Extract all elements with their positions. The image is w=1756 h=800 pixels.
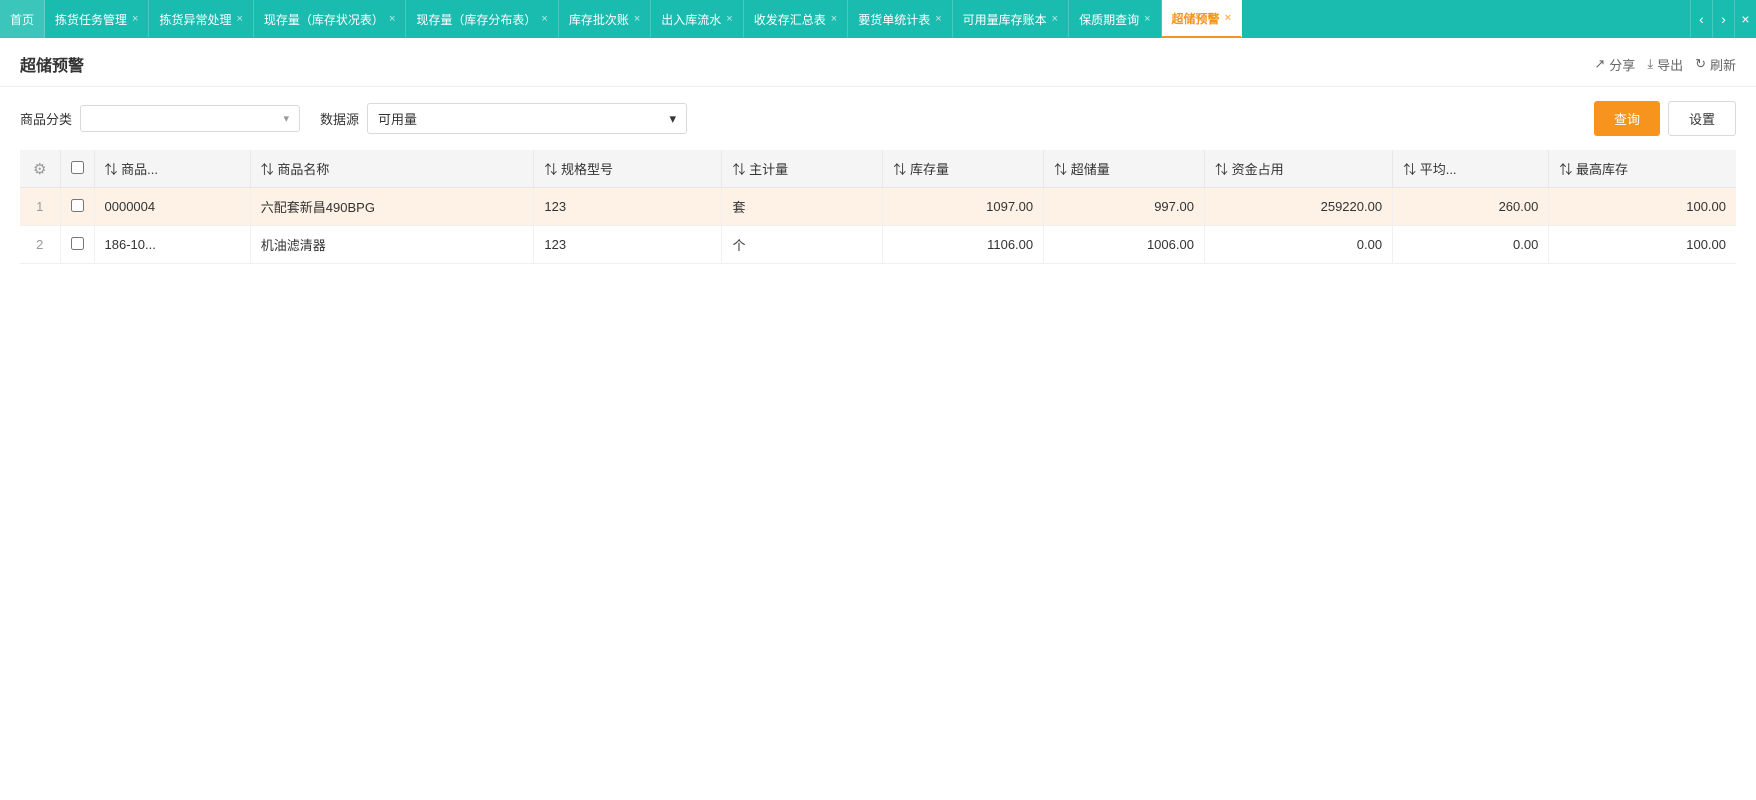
overstock-qty: 997.00 [1044, 188, 1205, 226]
page-title: 超储预警 [20, 52, 84, 76]
product-code: 0000004 [94, 188, 250, 226]
table-row: 1 0000004 六配套新昌490BPG 123 套 1097.00 997.… [20, 188, 1736, 226]
query-button[interactable]: 查询 [1594, 101, 1660, 136]
nav-item-requisition[interactable]: 要货单统计表 × [848, 0, 952, 38]
nav-close-all-button[interactable]: × [1734, 0, 1756, 38]
nav-item-flow[interactable]: 出入库流水 × [651, 0, 743, 38]
column-spec[interactable]: ⇅ 规格型号 [534, 150, 722, 188]
spec: 123 [534, 226, 722, 264]
close-icon[interactable]: × [634, 13, 640, 25]
export-icon: ⤓ [1647, 56, 1653, 72]
chevron-down-icon: ▾ [283, 112, 289, 125]
column-product-name[interactable]: ⇅ 商品名称 [250, 150, 534, 188]
overstock-qty: 1006.00 [1044, 226, 1205, 264]
datasource-select[interactable]: 可用量 ▾ [367, 103, 687, 134]
nav-item-exception[interactable]: 拣货异常处理 × [149, 0, 253, 38]
nav-item-stock-dist[interactable]: 现存量（库存分布表） × [406, 0, 558, 38]
header-actions: ↗ 分享 ⤓ 导出 ↻ 刷新 [1594, 55, 1736, 74]
stock-qty: 1106.00 [883, 226, 1044, 264]
share-button[interactable]: ↗ 分享 [1594, 55, 1635, 74]
row-number: 2 [20, 226, 60, 264]
close-icon[interactable]: × [831, 13, 837, 25]
column-product-code[interactable]: ⇅ 商品... [94, 150, 250, 188]
row-checkbox-cell[interactable] [60, 188, 94, 226]
unit: 套 [722, 188, 883, 226]
row-checkbox-cell[interactable] [60, 226, 94, 264]
nav-item-expiry[interactable]: 保质期查询 × [1069, 0, 1161, 38]
filter-area: 商品分类 ▾ 数据源 可用量 ▾ 查询 设置 [0, 87, 1756, 150]
column-capital[interactable]: ⇅ 资金占用 [1204, 150, 1392, 188]
datasource-label: 数据源 [320, 109, 359, 128]
column-settings[interactable]: ⚙ [20, 150, 60, 188]
nav-item-task-mgmt[interactable]: 拣货任务管理 × [45, 0, 149, 38]
max-stock-value: 100.00 [1549, 226, 1736, 264]
close-icon[interactable]: × [1225, 12, 1231, 24]
close-icon[interactable]: × [236, 13, 242, 25]
max-stock-value: 100.00 [1549, 188, 1736, 226]
datasource-filter: 数据源 可用量 ▾ [320, 103, 687, 134]
row-checkbox[interactable] [71, 237, 84, 250]
nav-prev-button[interactable]: ‹ [1690, 0, 1712, 38]
row-checkbox[interactable] [71, 199, 84, 212]
refresh-button[interactable]: ↻ 刷新 [1695, 55, 1736, 74]
product-code: 186-10... [94, 226, 250, 264]
stock-qty: 1097.00 [883, 188, 1044, 226]
refresh-icon: ↻ [1695, 56, 1706, 72]
row-number: 1 [20, 188, 60, 226]
unit: 个 [722, 226, 883, 264]
column-max-stock[interactable]: ⇅ 最高库存 [1549, 150, 1736, 188]
share-icon: ↗ [1594, 56, 1605, 72]
column-avg[interactable]: ⇅ 平均... [1393, 150, 1549, 188]
spec: 123 [534, 188, 722, 226]
nav-item-summary[interactable]: 收发存汇总表 × [744, 0, 848, 38]
nav-bar: 首页 拣货任务管理 × 拣货异常处理 × 现存量（库存状况表） × 现存量（库存… [0, 0, 1756, 38]
settings-button[interactable]: 设置 [1668, 101, 1736, 136]
column-stock[interactable]: ⇅ 库存量 [883, 150, 1044, 188]
product-name: 六配套新昌490BPG [250, 188, 534, 226]
category-select[interactable]: ▾ [80, 105, 300, 132]
table-container: ⚙ ⇅ 商品... ⇅ 商品名称 ⇅ 规格型号 [0, 150, 1756, 264]
page-header: 超储预警 ↗ 分享 ⤓ 导出 ↻ 刷新 [0, 38, 1756, 87]
nav-next-button[interactable]: › [1712, 0, 1734, 38]
gear-icon[interactable]: ⚙ [33, 161, 46, 178]
column-checkbox[interactable] [60, 150, 94, 188]
nav-item-available[interactable]: 可用量库存账本 × [953, 0, 1069, 38]
product-name: 机油滤清器 [250, 226, 534, 264]
close-icon[interactable]: × [389, 13, 395, 25]
close-icon[interactable]: × [1144, 13, 1150, 25]
column-unit[interactable]: ⇅ 主计量 [722, 150, 883, 188]
avg-value: 0.00 [1393, 226, 1549, 264]
chevron-down-icon: ▾ [670, 111, 677, 127]
close-icon[interactable]: × [935, 13, 941, 25]
table-header-row: ⚙ ⇅ 商品... ⇅ 商品名称 ⇅ 规格型号 [20, 150, 1736, 188]
avg-value: 260.00 [1393, 188, 1549, 226]
table-row: 2 186-10... 机油滤清器 123 个 1106.00 1006.00 … [20, 226, 1736, 264]
capital-value: 259220.00 [1204, 188, 1392, 226]
capital-value: 0.00 [1204, 226, 1392, 264]
nav-item-batch[interactable]: 库存批次账 × [559, 0, 651, 38]
nav-item-home[interactable]: 首页 [0, 0, 45, 38]
close-icon[interactable]: × [541, 13, 547, 25]
filter-actions: 查询 设置 [1594, 101, 1736, 136]
category-label: 商品分类 [20, 109, 72, 128]
overstock-table: ⚙ ⇅ 商品... ⇅ 商品名称 ⇅ 规格型号 [20, 150, 1736, 264]
close-icon[interactable]: × [1052, 13, 1058, 25]
export-button[interactable]: ⤓ 导出 [1647, 55, 1683, 74]
column-overstock[interactable]: ⇅ 超储量 [1044, 150, 1205, 188]
page-content: 超储预警 ↗ 分享 ⤓ 导出 ↻ 刷新 商品分类 ▾ 数据源 [0, 38, 1756, 800]
close-icon[interactable]: × [726, 13, 732, 25]
close-icon[interactable]: × [132, 13, 138, 25]
nav-item-overstock[interactable]: 超储预警 × [1162, 0, 1242, 38]
nav-item-stock-status[interactable]: 现存量（库存状况表） × [254, 0, 406, 38]
nav-arrows: ‹ › × [1690, 0, 1756, 38]
category-filter: 商品分类 ▾ [20, 105, 300, 132]
select-all-checkbox[interactable] [71, 161, 84, 174]
